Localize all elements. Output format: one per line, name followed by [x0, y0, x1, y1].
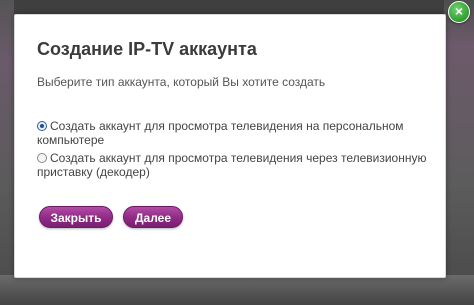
dialog-subtitle: Выберите тип аккаунта, который Вы хотите… — [37, 75, 326, 89]
backdrop-right — [444, 0, 474, 305]
backdrop-left — [0, 0, 14, 305]
backdrop-bottom — [0, 275, 474, 305]
next-button[interactable]: Далее — [123, 206, 183, 228]
create-iptv-account-dialog: Создание IP-TV аккаунта Выберите тип акк… — [14, 14, 446, 278]
radio-settop[interactable] — [37, 153, 47, 163]
close-button[interactable]: Закрыть — [39, 206, 113, 228]
account-type-settop-label: Создать аккаунт для просмотра телевидени… — [37, 151, 427, 179]
radio-pc-selected[interactable] — [37, 121, 47, 131]
account-type-settop-option[interactable]: Создать аккаунт для просмотра телевидени… — [37, 151, 437, 179]
account-type-pc-option[interactable]: Создать аккаунт для просмотра телевидени… — [37, 119, 437, 147]
account-type-pc-label: Создать аккаунт для просмотра телевидени… — [37, 119, 404, 147]
close-icon[interactable]: × — [448, 1, 470, 23]
dialog-title: Создание IP-TV аккаунта — [37, 39, 257, 59]
